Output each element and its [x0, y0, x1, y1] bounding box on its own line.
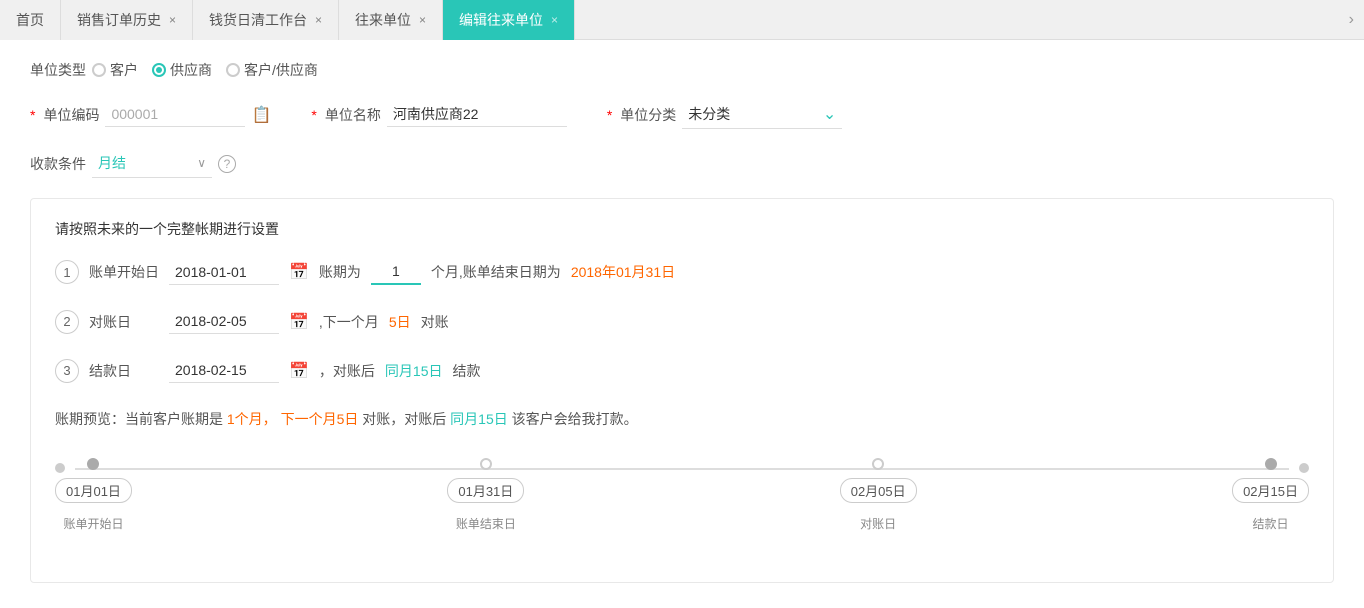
radio-supplier[interactable]: 供应商: [152, 60, 212, 80]
row-num-1: 1: [55, 260, 79, 284]
section-title: 请按照未来的一个完整帐期进行设置: [55, 219, 1309, 239]
payment-terms-chevron-icon: ∨: [197, 156, 206, 170]
payment-end: 结款: [453, 361, 481, 381]
node-label-4: 结款日: [1253, 515, 1289, 532]
preview-part3: 对账，对账后: [362, 411, 446, 427]
node-badge-2: 01月31日: [447, 478, 524, 503]
tab-edit-partner-close[interactable]: ×: [551, 13, 558, 27]
tab-more-arrow[interactable]: ›: [1339, 11, 1364, 29]
unit-category-select[interactable]: 未分类 ⌄: [682, 100, 842, 129]
payment-terms-label: 收款条件: [30, 154, 86, 174]
reconcile-suffix-text: ,下一个月: [319, 312, 379, 332]
unit-type-group: 单位类型 客户 供应商 客户/供应商: [30, 60, 318, 80]
node-label-2: 账单结束日: [456, 515, 516, 532]
reconcile-day: 5日: [389, 312, 411, 332]
node-badge-1: 01月01日: [55, 478, 132, 503]
unit-type-label: 单位类型: [30, 60, 86, 80]
period-label: 账期为: [319, 262, 361, 282]
payment-terms-select[interactable]: 月结 ∨: [92, 149, 212, 178]
node-badge-4: 02月15日: [1232, 478, 1309, 503]
payment-terms-row: 收款条件 月结 ∨ ?: [30, 149, 1334, 178]
category-value: 未分类: [688, 104, 823, 124]
name-required: *: [311, 107, 316, 123]
unit-type-row: 单位类型 客户 供应商 客户/供应商: [30, 60, 1334, 80]
payment-date-cal-icon[interactable]: 📅: [289, 361, 309, 381]
tab-sales-history-close[interactable]: ×: [169, 13, 176, 27]
timeline-nodes: 01月01日 账单开始日 01月31日 账单结束日 02月05日 对账日 02月…: [55, 458, 1309, 532]
period-end-date: 2018年01月31日: [571, 262, 675, 282]
reconcile-row: 2 对账日 📅 ,下一个月 5日 对账: [55, 309, 1309, 334]
unit-name-input[interactable]: [387, 102, 567, 127]
start-date-cal-icon[interactable]: 📅: [289, 262, 309, 282]
tab-partner-close[interactable]: ×: [419, 13, 426, 27]
row-label-3: 结款日: [89, 361, 159, 381]
radio-group: 客户 供应商 客户/供应商: [92, 60, 318, 80]
row-num-2: 2: [55, 310, 79, 334]
node-dot-3: [872, 458, 884, 470]
unit-category-group: * 单位分类 未分类 ⌄: [607, 100, 842, 129]
tab-partner[interactable]: 往来单位 ×: [339, 0, 443, 40]
period-input[interactable]: [371, 259, 421, 285]
tab-bar: 首页 销售订单历史 × 钱货日清工作台 × 往来单位 × 编辑往来单位 × ›: [0, 0, 1364, 40]
copy-icon[interactable]: 📋: [251, 105, 271, 125]
timeline-node-3: 02月05日 对账日: [840, 458, 917, 532]
timeline-node-1: 01月01日 账单开始日: [55, 458, 132, 532]
timeline: 01月01日 账单开始日 01月31日 账单结束日 02月05日 对账日 02月…: [55, 448, 1309, 562]
payment-suffix-text: ，对账后: [319, 361, 375, 381]
category-arrow-icon: ⌄: [823, 104, 836, 124]
code-name-category-row: * 单位编码 📋 * 单位名称 * 单位分类 未分类 ⌄: [30, 100, 1334, 129]
timeline-node-2: 01月31日 账单结束日: [447, 458, 524, 532]
settings-section: 请按照未来的一个完整帐期进行设置 1 账单开始日 📅 账期为 个月,账单结束日期…: [30, 198, 1334, 583]
node-dot-1: [87, 458, 99, 470]
node-dot-2: [480, 458, 492, 470]
row-label-1: 账单开始日: [89, 262, 159, 282]
reconcile-date-cal-icon[interactable]: 📅: [289, 312, 309, 332]
payment-row: 3 结款日 📅 ，对账后 同月15日 结款: [55, 358, 1309, 383]
preview-part4: 同月15日: [450, 411, 508, 427]
reconcile-end: 对账: [421, 312, 449, 332]
payment-terms-value: 月结: [98, 153, 193, 173]
node-label-1: 账单开始日: [63, 515, 123, 532]
node-badge-3: 02月05日: [840, 478, 917, 503]
radio-customer[interactable]: 客户: [92, 60, 138, 80]
unit-name-group: * 单位名称: [311, 102, 566, 127]
unit-code-group: * 单位编码 📋: [30, 102, 271, 127]
row-label-2: 对账日: [89, 312, 159, 332]
preview-part1: 1个月，: [227, 411, 277, 427]
unit-code-input[interactable]: [105, 102, 245, 127]
payment-terms-group: 收款条件 月结 ∨ ?: [30, 149, 236, 178]
tab-cash-work[interactable]: 钱货日清工作台 ×: [193, 0, 339, 40]
period-unit: 个月,账单结束日期为: [431, 262, 561, 282]
node-label-3: 对账日: [860, 515, 896, 532]
preview-part2: 下一个月5日: [281, 411, 359, 427]
radio-customer-circle: [92, 63, 106, 77]
tab-sales-history[interactable]: 销售订单历史 ×: [61, 0, 193, 40]
tab-edit-partner[interactable]: 编辑往来单位 ×: [443, 0, 575, 40]
tab-home[interactable]: 首页: [0, 0, 61, 40]
radio-both-circle: [226, 63, 240, 77]
unit-name-label: 单位名称: [325, 105, 381, 125]
tab-cash-work-close[interactable]: ×: [315, 13, 322, 27]
radio-supplier-circle: [152, 63, 166, 77]
help-icon[interactable]: ?: [218, 155, 236, 173]
category-required: *: [607, 107, 612, 123]
unit-code-label: 单位编码: [43, 105, 99, 125]
row-num-3: 3: [55, 359, 79, 383]
code-required: *: [30, 107, 35, 123]
payment-day: 同月15日: [385, 361, 443, 381]
reconcile-date-input[interactable]: [169, 309, 279, 334]
preview-text: 账期预览：当前客户账期是 1个月， 下一个月5日 对账，对账后 同月15日 该客…: [55, 407, 1309, 432]
radio-both[interactable]: 客户/供应商: [226, 60, 318, 80]
timeline-node-4: 02月15日 结款日: [1232, 458, 1309, 532]
start-date-input[interactable]: [169, 260, 279, 285]
preview-part5: 该客户会给我打款。: [512, 411, 638, 427]
account-start-row: 1 账单开始日 📅 账期为 个月,账单结束日期为 2018年01月31日: [55, 259, 1309, 285]
node-dot-4: [1265, 458, 1277, 470]
payment-date-input[interactable]: [169, 358, 279, 383]
unit-category-label: 单位分类: [620, 105, 676, 125]
main-content: 单位类型 客户 供应商 客户/供应商 * 单位编码: [0, 40, 1364, 608]
